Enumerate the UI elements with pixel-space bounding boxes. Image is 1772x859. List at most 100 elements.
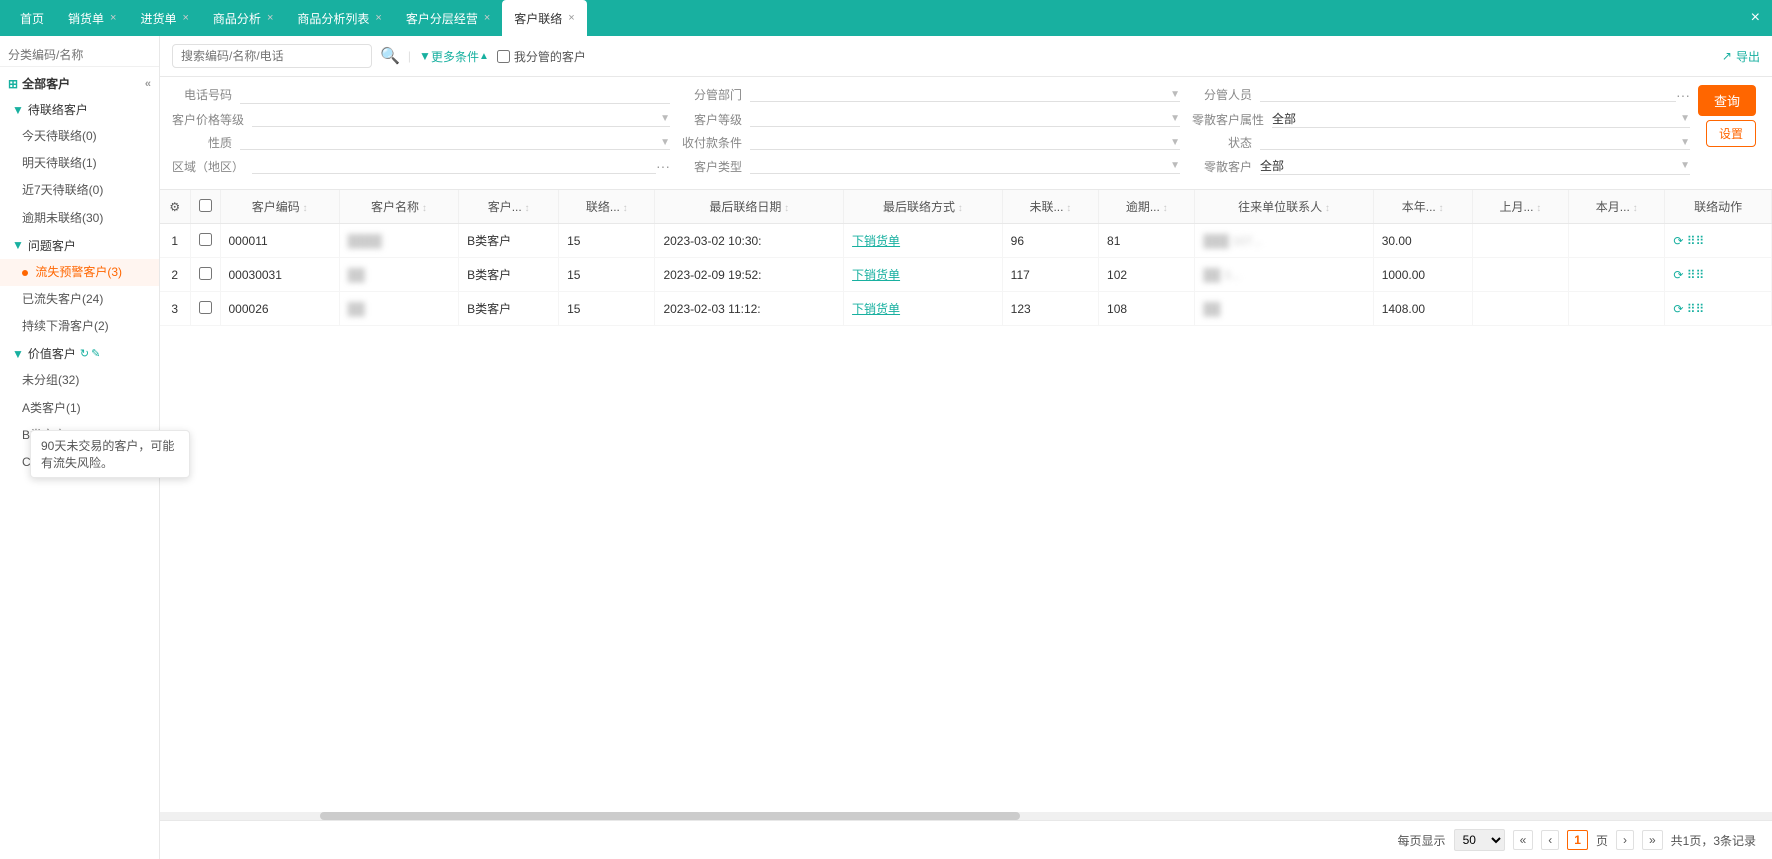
th-last-method[interactable]: 最后联络方式 [844, 190, 1003, 224]
query-button[interactable]: 查询 [1698, 85, 1756, 116]
tab-product-analysis-close[interactable]: × [267, 12, 273, 24]
row-contact-1: 15 [559, 258, 655, 292]
my-customer-check[interactable] [497, 50, 510, 63]
filter-row-4: 区域（地区） ··· 客户类型 ▼ [172, 157, 1690, 175]
row-last-method-0[interactable]: 下销货单 [844, 224, 1003, 258]
export-btn[interactable]: ↗ 导出 [1722, 48, 1760, 65]
tab-customer-tier-close[interactable]: × [484, 12, 490, 24]
row-type-0: B类客户 [459, 224, 559, 258]
region-dots-btn[interactable]: ··· [656, 158, 670, 174]
sidebar-group-pending[interactable]: ▼ 待联络客户 [0, 96, 159, 123]
status-select[interactable]: ▼ [1260, 135, 1690, 150]
sidebar-item-7days[interactable]: 近7天待联络(0) [0, 177, 159, 204]
filter-row-1: 电话号码 分管部门 ▼ 分管人员 [172, 85, 1690, 104]
th-this-year[interactable]: 本年... [1373, 190, 1472, 224]
close-window-btn[interactable]: × [1751, 9, 1760, 27]
row-overdue-0: 81 [1099, 224, 1195, 258]
row-type-1: B类客户 [459, 258, 559, 292]
group-problem-label: 问题客户 [28, 237, 76, 254]
th-checkbox[interactable] [190, 190, 220, 224]
more-conditions-btn[interactable]: ▼ 更多条件 ▲ [419, 48, 489, 65]
row-checkbox-1[interactable] [190, 258, 220, 292]
th-type[interactable]: 客户... [459, 190, 559, 224]
phone-input[interactable] [240, 85, 670, 104]
per-page-select[interactable]: 50 100 200 [1454, 829, 1505, 851]
retail-label: 零散客户 [1192, 158, 1252, 175]
retail-attr-select[interactable]: 全部 ▼ [1272, 110, 1690, 128]
th-uncontacted[interactable]: 未联... [1002, 190, 1098, 224]
sidebar-group-problem[interactable]: ▼ 问题客户 [0, 232, 159, 259]
row-action-1[interactable]: ⟳ ⠿⠿ [1665, 258, 1772, 292]
sidebar-collapse-icon[interactable]: « [145, 78, 151, 90]
value-edit-icon[interactable]: ✎ [91, 347, 100, 360]
sidebar-group-value[interactable]: ▼ 价值客户 ↻ ✎ [0, 340, 159, 367]
row-uncontacted-2: 123 [1002, 292, 1098, 326]
row-action-0[interactable]: ⟳ ⠿⠿ [1665, 224, 1772, 258]
prev-page-btn[interactable]: ‹ [1541, 830, 1559, 850]
search-input[interactable] [172, 44, 372, 68]
sidebar-all-customers[interactable]: ⊞ 全部客户 « [0, 71, 159, 96]
row-checkbox-2[interactable] [190, 292, 220, 326]
row-last-method-1[interactable]: 下销货单 [844, 258, 1003, 292]
sidebar-item-overdue[interactable]: 逾期未联络(30) [0, 205, 159, 232]
sidebar-item-tomorrow[interactable]: 明天待联络(1) [0, 150, 159, 177]
tab-product-analysis[interactable]: 商品分析 × [201, 0, 285, 36]
horizontal-scrollbar[interactable] [160, 812, 1772, 820]
tab-sales-label: 销货单 [68, 10, 104, 27]
sidebar-item-ungrouped[interactable]: 未分组(32) [0, 367, 159, 394]
th-code[interactable]: 客户编码 [220, 190, 339, 224]
scroll-thumb[interactable] [320, 812, 1020, 820]
sidebar-search-input[interactable] [8, 48, 160, 62]
my-customer-checkbox[interactable]: 我分管的客户 [497, 48, 586, 65]
manager-select[interactable] [1260, 87, 1676, 102]
sidebar-item-today[interactable]: 今天待联络(0) [0, 123, 159, 150]
th-last-date[interactable]: 最后联络日期 [655, 190, 844, 224]
filter-manager: 分管人员 ··· [1192, 86, 1690, 103]
cust-tier-select[interactable]: ▼ [750, 112, 1180, 127]
row-checkbox-0[interactable] [190, 224, 220, 258]
row-this-month-1 [1569, 258, 1665, 292]
retail-select[interactable]: 全部 ▼ [1260, 157, 1690, 175]
th-name[interactable]: 客户名称 [339, 190, 458, 224]
setting-button[interactable]: 设置 [1706, 120, 1756, 147]
th-contact2[interactable]: 往来单位联系人 [1195, 190, 1373, 224]
search-icon[interactable]: 🔍 [380, 46, 400, 66]
tab-purchase-close[interactable]: × [182, 12, 188, 24]
nature-select[interactable]: ▼ [240, 135, 670, 150]
th-last-month[interactable]: 上月... [1472, 190, 1568, 224]
th-overdue[interactable]: 逾期... [1099, 190, 1195, 224]
tab-sales-close[interactable]: × [110, 12, 116, 24]
cust-type-select[interactable]: ▼ [750, 159, 1180, 174]
last-page-btn[interactable]: » [1642, 830, 1663, 850]
tab-sales[interactable]: 销货单 × [56, 0, 128, 36]
row-overdue-1: 102 [1099, 258, 1195, 292]
tab-customer-contact[interactable]: 客户联络 × [502, 0, 586, 36]
next-page-btn[interactable]: › [1616, 830, 1634, 850]
filter-region: 区域（地区） ··· [172, 158, 670, 175]
tab-customer-tier[interactable]: 客户分层经营 × [394, 0, 502, 36]
row-last-method-2[interactable]: 下销货单 [844, 292, 1003, 326]
tab-purchase[interactable]: 进货单 × [128, 0, 200, 36]
tab-home[interactable]: 首页 [8, 0, 56, 36]
value-refresh-icon[interactable]: ↻ [80, 347, 89, 360]
sidebar-item-churned[interactable]: 已流失客户(24) [0, 286, 159, 313]
th-this-month[interactable]: 本月... [1569, 190, 1665, 224]
tab-product-list[interactable]: 商品分析列表 × [285, 0, 393, 36]
dept-select[interactable]: ▼ [750, 87, 1180, 102]
filter-status: 状态 ▼ [1192, 134, 1690, 151]
tab-product-list-close[interactable]: × [375, 12, 381, 24]
table-settings-icon[interactable]: ⚙ [169, 200, 180, 214]
sidebar-item-a-class[interactable]: A类客户(1) [0, 395, 159, 422]
manager-dots-btn[interactable]: ··· [1676, 87, 1690, 103]
sidebar-item-declining[interactable]: 持续下滑客户(2) [0, 313, 159, 340]
first-page-btn[interactable]: « [1513, 830, 1534, 850]
th-contact[interactable]: 联络... [559, 190, 655, 224]
select-all-checkbox[interactable] [199, 199, 212, 212]
region-select[interactable] [252, 159, 656, 174]
row-action-2[interactable]: ⟳ ⠿⠿ [1665, 292, 1772, 326]
price-tier-select[interactable]: ▼ [252, 112, 670, 127]
sidebar-item-churn-warning[interactable]: 流失预警客户(3) [0, 259, 159, 286]
tab-customer-contact-close[interactable]: × [568, 12, 574, 24]
payment-select[interactable]: ▼ [750, 135, 1180, 150]
th-settings[interactable]: ⚙ [160, 190, 190, 224]
